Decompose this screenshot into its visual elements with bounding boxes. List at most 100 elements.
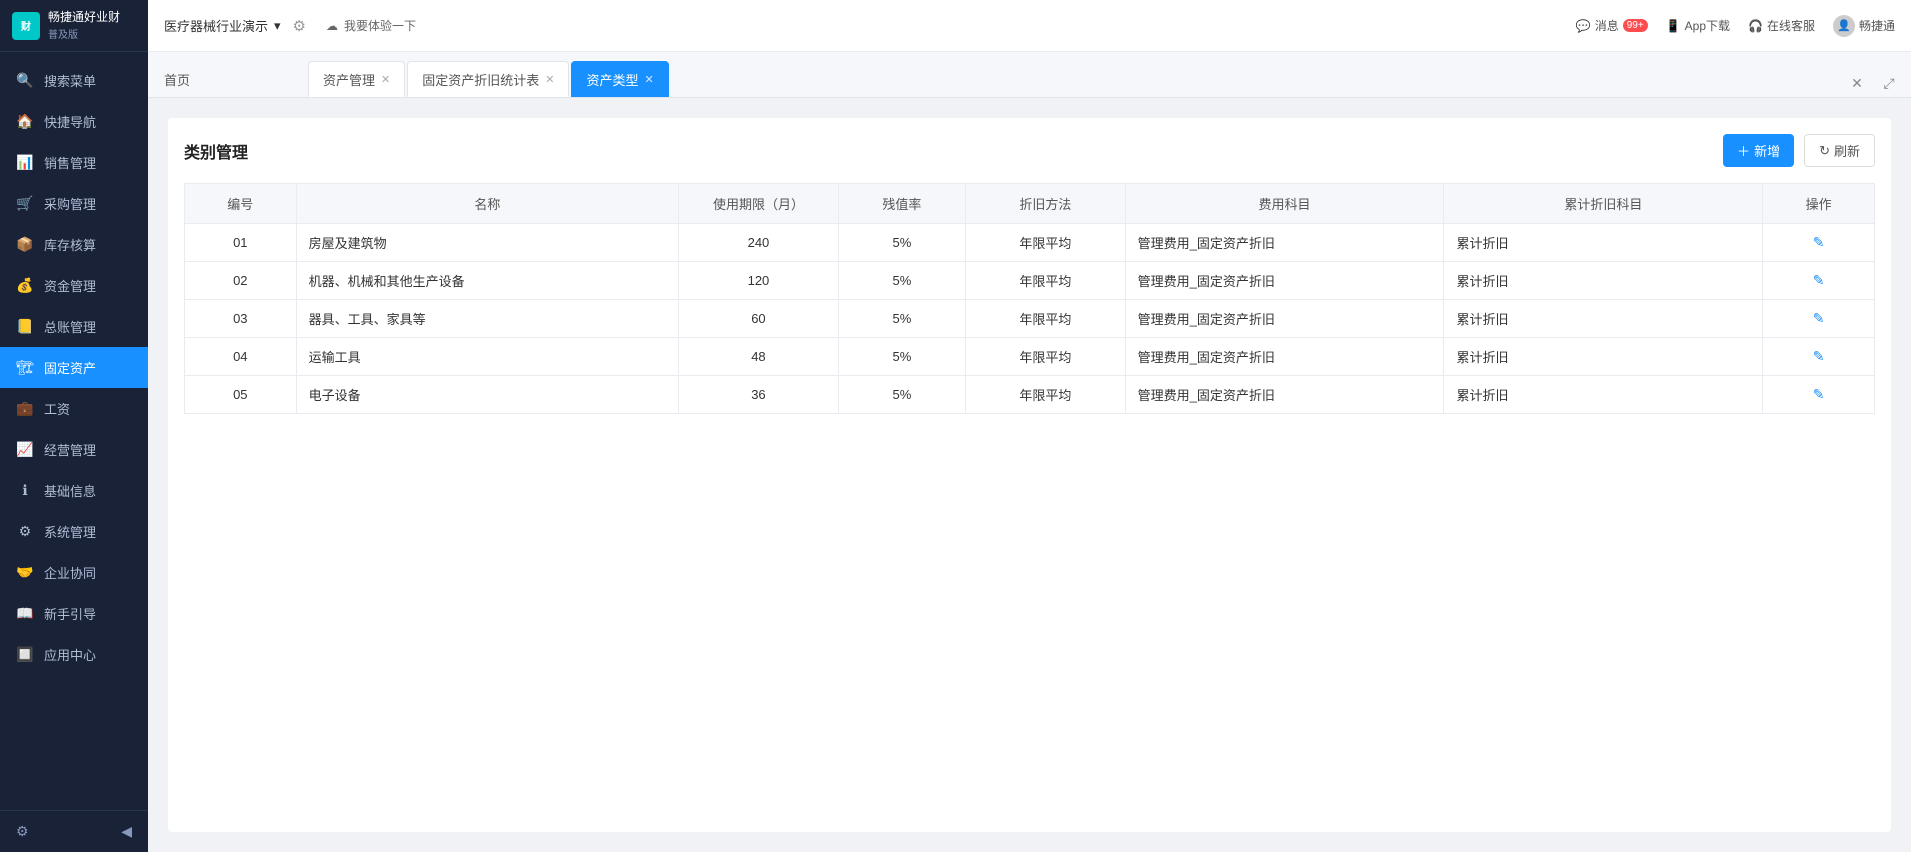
tab-asset-mgmt[interactable]: 资产管理 ✕ bbox=[308, 61, 405, 97]
settings-icon[interactable]: ⚙ bbox=[16, 823, 29, 840]
add-button[interactable]: ＋ 新增 bbox=[1723, 134, 1794, 167]
edit-icon-2[interactable]: ✎ bbox=[1813, 310, 1825, 326]
cell-expense-2: 管理费用_固定资产折旧 bbox=[1125, 300, 1444, 338]
refresh-button-label: 刷新 bbox=[1834, 141, 1860, 160]
user-btn[interactable]: 👤 畅捷通 bbox=[1833, 15, 1895, 37]
search-icon: 🔍 bbox=[16, 72, 34, 90]
tab-asset-mgmt-label: 资产管理 bbox=[323, 70, 375, 89]
sidebar-item-basic-info[interactable]: ℹ 基础信息 bbox=[0, 470, 148, 511]
message-btn[interactable]: 💬 消息 99+ bbox=[1576, 17, 1648, 34]
sidebar-item-ledger[interactable]: 📒 总账管理 bbox=[0, 306, 148, 347]
topbar: 医疗器械行业演示 ▾ ⚙ ☁ 我要体验一下 💬 消息 99+ 📱 App下载 🎧… bbox=[148, 0, 1911, 52]
sidebar-item-sales[interactable]: 📊 销售管理 bbox=[0, 142, 148, 183]
collapse-icon[interactable]: ◀ bbox=[121, 823, 132, 840]
enterprise-icon: 🤝 bbox=[16, 564, 34, 582]
cell-no-4: 05 bbox=[185, 376, 297, 414]
sidebar-item-fixed-assets[interactable]: 🏗 固定资产 bbox=[0, 347, 148, 388]
sidebar-item-payroll[interactable]: 💼 工资 bbox=[0, 388, 148, 429]
cell-no-1: 02 bbox=[185, 262, 297, 300]
tab-expand-btn[interactable]: ⤢ bbox=[1875, 69, 1903, 97]
cell-action-1: ✎ bbox=[1763, 262, 1875, 300]
tab-home[interactable]: 首页 bbox=[148, 61, 206, 97]
col-header-residual: 残值率 bbox=[838, 184, 966, 224]
sidebar-item-label-quick-nav: 快捷导航 bbox=[44, 112, 96, 131]
online-service-btn[interactable]: 🎧 在线客服 bbox=[1748, 17, 1815, 34]
edit-icon-0[interactable]: ✎ bbox=[1813, 234, 1825, 250]
tab-depreciation-stat[interactable]: 固定资产折旧统计表 ✕ bbox=[407, 61, 569, 97]
sidebar-item-label-guide: 新手引导 bbox=[44, 604, 96, 623]
cell-accum-1: 累计折旧 bbox=[1444, 262, 1763, 300]
fixed-assets-icon: 🏗 bbox=[16, 359, 34, 377]
app-title-area: 畅捷通好业财 普及版 bbox=[48, 10, 120, 41]
sidebar-item-operations[interactable]: 📈 经营管理 bbox=[0, 429, 148, 470]
cell-period-0: 240 bbox=[679, 224, 838, 262]
app-center-icon: 🔲 bbox=[16, 646, 34, 664]
cell-name-4: 电子设备 bbox=[296, 376, 679, 414]
table-row: 01 房屋及建筑物 240 5% 年限平均 管理费用_固定资产折旧 累计折旧 ✎ bbox=[185, 224, 1875, 262]
col-header-action: 操作 bbox=[1763, 184, 1875, 224]
sidebar-item-inventory[interactable]: 📦 库存核算 bbox=[0, 224, 148, 265]
col-header-accum: 累计折旧科目 bbox=[1444, 184, 1763, 224]
sidebar-item-quick-nav[interactable]: 🏠 快捷导航 bbox=[0, 101, 148, 142]
cell-expense-4: 管理费用_固定资产折旧 bbox=[1125, 376, 1444, 414]
sidebar-item-app-center[interactable]: 🔲 应用中心 bbox=[0, 634, 148, 675]
tab-asset-type[interactable]: 资产类型 ✕ bbox=[571, 61, 668, 97]
topbar-right: 💬 消息 99+ 📱 App下载 🎧 在线客服 👤 畅捷通 bbox=[1576, 15, 1895, 37]
table-header-row: 编号 名称 使用期限（月） 残值率 折旧方法 费用科目 累计折旧科目 操作 bbox=[185, 184, 1875, 224]
quick-nav-icon: 🏠 bbox=[16, 113, 34, 131]
online-service-label: 在线客服 bbox=[1767, 17, 1815, 34]
col-header-expense: 费用科目 bbox=[1125, 184, 1444, 224]
sidebar-nav: 🔍 搜索菜单 🏠 快捷导航 📊 销售管理 🛒 采购管理 📦 库存核算 💰 资金管… bbox=[0, 52, 148, 810]
cell-period-2: 60 bbox=[679, 300, 838, 338]
operations-icon: 📈 bbox=[16, 441, 34, 459]
page-title: 类别管理 bbox=[184, 139, 248, 163]
cell-residual-0: 5% bbox=[838, 224, 966, 262]
topbar-try-btn[interactable]: ☁ 我要体验一下 bbox=[326, 17, 416, 34]
add-button-label: 新增 bbox=[1754, 141, 1780, 160]
message-label: 消息 bbox=[1595, 17, 1619, 34]
refresh-button[interactable]: ↻ 刷新 bbox=[1804, 134, 1875, 167]
sidebar: 财 畅捷通好业财 普及版 🔍 搜索菜单 🏠 快捷导航 📊 销售管理 🛒 采购管理… bbox=[0, 0, 148, 852]
cell-expense-1: 管理费用_固定资产折旧 bbox=[1125, 262, 1444, 300]
table-row: 02 机器、机械和其他生产设备 120 5% 年限平均 管理费用_固定资产折旧 … bbox=[185, 262, 1875, 300]
tab-depreciation-stat-close[interactable]: ✕ bbox=[545, 73, 554, 86]
ledger-icon: 📒 bbox=[16, 318, 34, 336]
basic-info-icon: ℹ bbox=[16, 482, 34, 500]
main-area: 医疗器械行业演示 ▾ ⚙ ☁ 我要体验一下 💬 消息 99+ 📱 App下载 🎧… bbox=[148, 0, 1911, 852]
app-title: 畅捷通好业财 bbox=[48, 10, 120, 26]
tab-asset-mgmt-close[interactable]: ✕ bbox=[381, 73, 390, 86]
sidebar-footer: ⚙ ◀ bbox=[0, 810, 148, 852]
capital-icon: 💰 bbox=[16, 277, 34, 295]
sidebar-item-capital[interactable]: 💰 资金管理 bbox=[0, 265, 148, 306]
sidebar-item-label-app-center: 应用中心 bbox=[44, 645, 96, 664]
cell-period-3: 48 bbox=[679, 338, 838, 376]
cell-period-1: 120 bbox=[679, 262, 838, 300]
sidebar-item-label-operations: 经营管理 bbox=[44, 440, 96, 459]
table-row: 04 运输工具 48 5% 年限平均 管理费用_固定资产折旧 累计折旧 ✎ bbox=[185, 338, 1875, 376]
guide-icon: 📖 bbox=[16, 605, 34, 623]
tab-close-btn[interactable]: ✕ bbox=[1843, 69, 1871, 97]
app-download-btn[interactable]: 📱 App下载 bbox=[1666, 17, 1730, 34]
sidebar-item-label-search: 搜索菜单 bbox=[44, 71, 96, 90]
sidebar-item-purchase[interactable]: 🛒 采购管理 bbox=[0, 183, 148, 224]
sidebar-header: 财 畅捷通好业财 普及版 bbox=[0, 0, 148, 52]
edit-icon-4[interactable]: ✎ bbox=[1813, 386, 1825, 402]
project-selector[interactable]: 医疗器械行业演示 ▾ bbox=[164, 16, 281, 35]
tab-asset-type-close[interactable]: ✕ bbox=[644, 73, 653, 86]
sidebar-item-guide[interactable]: 📖 新手引导 bbox=[0, 593, 148, 634]
cell-name-0: 房屋及建筑物 bbox=[296, 224, 679, 262]
sidebar-item-label-fixed-assets: 固定资产 bbox=[44, 358, 96, 377]
purchase-icon: 🛒 bbox=[16, 195, 34, 213]
sidebar-item-enterprise[interactable]: 🤝 企业协同 bbox=[0, 552, 148, 593]
topbar-gear-icon[interactable]: ⚙ bbox=[293, 17, 306, 35]
cell-action-4: ✎ bbox=[1763, 376, 1875, 414]
edit-icon-3[interactable]: ✎ bbox=[1813, 348, 1825, 364]
sidebar-item-label-ledger: 总账管理 bbox=[44, 317, 96, 336]
edit-icon-1[interactable]: ✎ bbox=[1813, 272, 1825, 288]
sales-icon: 📊 bbox=[16, 154, 34, 172]
sidebar-item-system[interactable]: ⚙ 系统管理 bbox=[0, 511, 148, 552]
content-area: 类别管理 ＋ 新增 ↻ 刷新 编号 名称 bbox=[148, 98, 1911, 852]
sidebar-item-search[interactable]: 🔍 搜索菜单 bbox=[0, 60, 148, 101]
cell-no-0: 01 bbox=[185, 224, 297, 262]
try-label: 我要体验一下 bbox=[344, 17, 416, 34]
